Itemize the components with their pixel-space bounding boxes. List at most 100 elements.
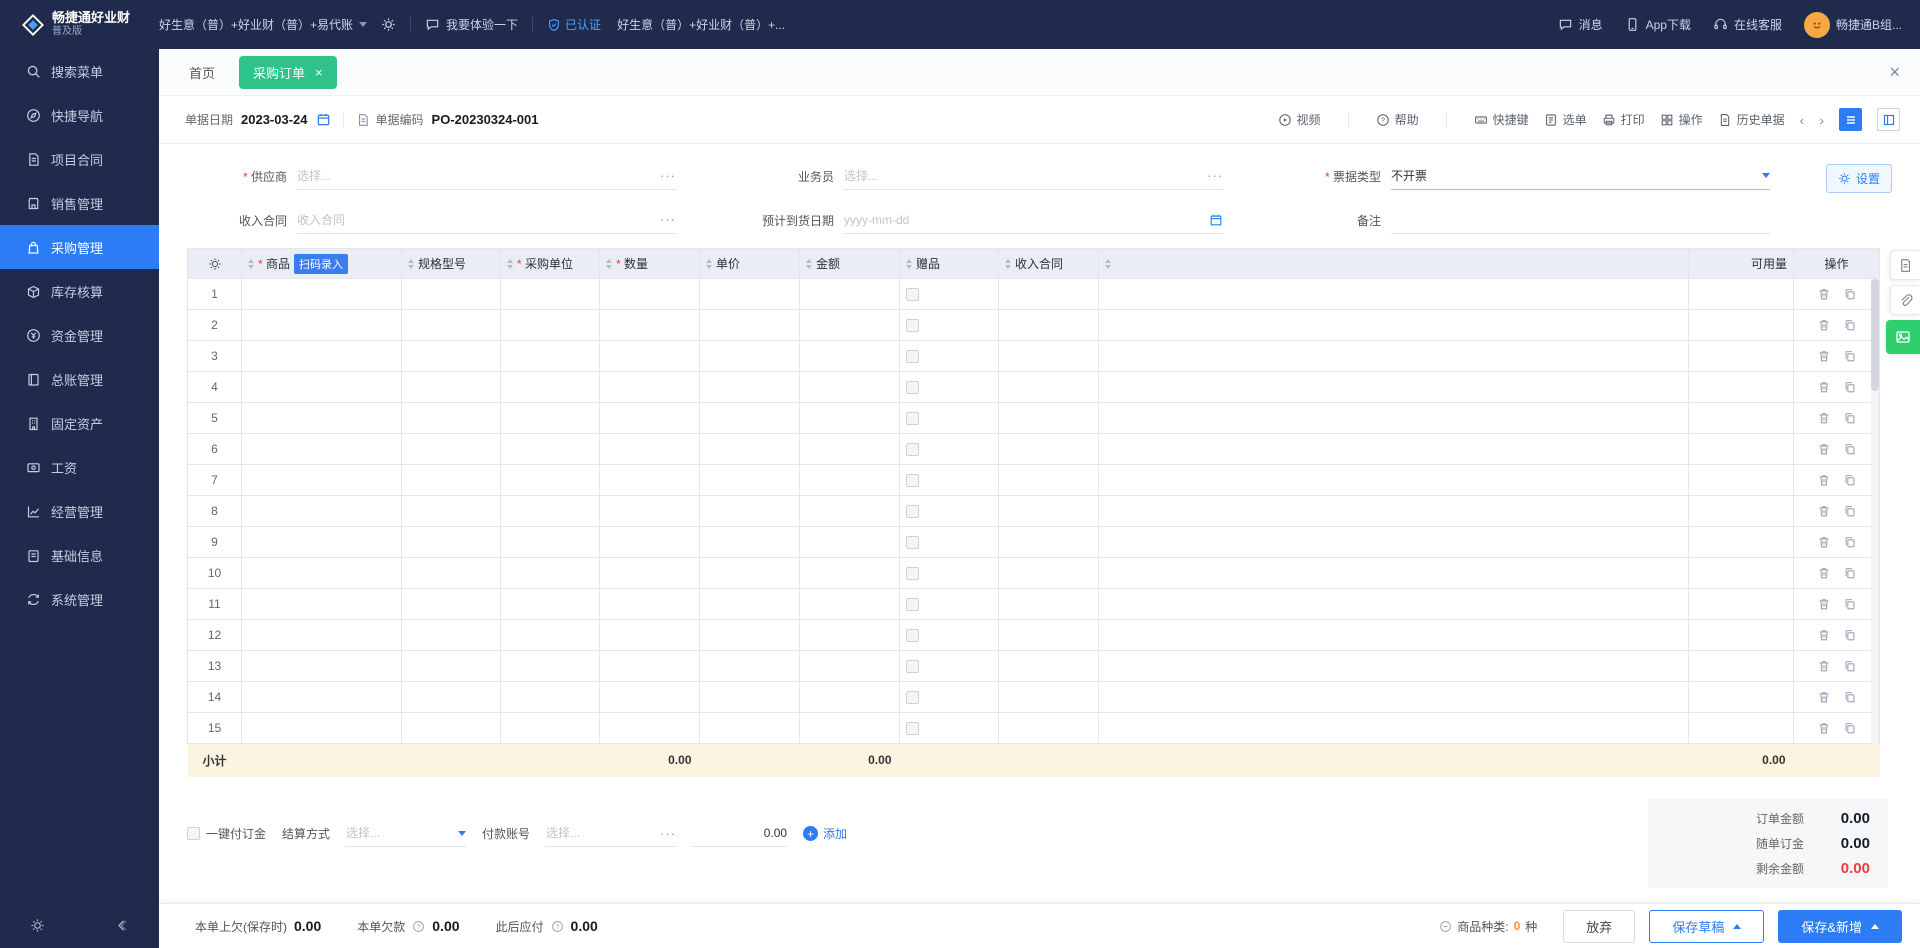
gift-checkbox[interactable] — [906, 288, 919, 302]
cell-qty[interactable] — [599, 712, 700, 744]
copy-row-icon[interactable] — [1843, 442, 1857, 456]
view-panel-toggle[interactable] — [1877, 108, 1900, 131]
cell-spec[interactable] — [401, 588, 501, 620]
gift-checkbox[interactable] — [906, 567, 919, 581]
delete-row-icon[interactable] — [1817, 659, 1831, 673]
cell-price[interactable] — [699, 402, 800, 434]
prev-doc-arrow[interactable]: ‹ — [1800, 112, 1805, 128]
grid-scrollbar[interactable] — [1871, 279, 1879, 744]
sidebar-item-system[interactable]: 系统管理 — [0, 577, 159, 621]
sidebar-item-purchase[interactable]: 采购管理 — [0, 225, 159, 269]
cell-unit[interactable] — [500, 681, 600, 713]
cell-spec[interactable] — [401, 340, 501, 372]
cell-income-contract[interactable] — [998, 278, 1099, 310]
cell-qty[interactable] — [599, 495, 700, 527]
sort-icon[interactable] — [706, 258, 712, 269]
gift-checkbox[interactable] — [906, 536, 919, 550]
cell-amount[interactable] — [799, 402, 900, 434]
cell-unit[interactable] — [500, 340, 600, 372]
gift-checkbox[interactable] — [906, 629, 919, 643]
gift-checkbox[interactable] — [906, 722, 919, 736]
cell-spec[interactable] — [401, 402, 501, 434]
sidebar-item-base-info[interactable]: 基础信息 — [0, 533, 159, 577]
delete-row-icon[interactable] — [1817, 380, 1831, 394]
cell-product[interactable] — [241, 464, 402, 496]
app-logo[interactable]: 畅捷通好业财 普及版 — [0, 10, 159, 37]
copy-row-icon[interactable] — [1843, 318, 1857, 332]
topbar-gear-icon[interactable] — [381, 17, 396, 32]
copy-row-icon[interactable] — [1843, 380, 1857, 394]
save-and-new-button[interactable]: 保存&新增 — [1778, 909, 1902, 943]
cell-spec[interactable] — [401, 557, 501, 589]
delete-row-icon[interactable] — [1817, 597, 1831, 611]
app-download-button[interactable]: App下载 — [1625, 16, 1691, 33]
cell-spec[interactable] — [401, 712, 501, 744]
settlement-input[interactable] — [346, 826, 453, 840]
cell-qty[interactable] — [599, 681, 700, 713]
cell-price[interactable] — [699, 650, 800, 682]
sort-icon[interactable] — [408, 258, 414, 269]
income-contract-picker-icon[interactable]: ··· — [660, 212, 676, 227]
cell-qty[interactable] — [599, 340, 700, 372]
cell-product[interactable] — [241, 309, 402, 341]
cell-spec[interactable] — [401, 309, 501, 341]
sidebar-item-quick-nav[interactable]: 快捷导航 — [0, 93, 159, 137]
copy-row-icon[interactable] — [1843, 628, 1857, 642]
copy-row-icon[interactable] — [1843, 690, 1857, 704]
cell-amount[interactable] — [799, 340, 900, 372]
sort-icon[interactable] — [248, 258, 254, 269]
cell-product[interactable] — [241, 619, 402, 651]
save-draft-button[interactable]: 保存草稿 — [1649, 909, 1765, 943]
income-contract-field[interactable]: ··· — [297, 206, 676, 234]
close-panel-icon[interactable]: × — [1889, 62, 1900, 83]
calendar-icon[interactable] — [1209, 213, 1223, 227]
cell-product[interactable] — [241, 402, 402, 434]
delete-row-icon[interactable] — [1817, 349, 1831, 363]
income-contract-input[interactable] — [297, 212, 654, 227]
cell-unit[interactable] — [500, 433, 600, 465]
image-tool-button[interactable] — [1886, 320, 1920, 354]
cell-product[interactable] — [241, 681, 402, 713]
discard-button[interactable]: 放弃 — [1563, 909, 1636, 943]
cell-amount[interactable] — [799, 371, 900, 403]
delete-row-icon[interactable] — [1817, 690, 1831, 704]
cell-qty[interactable] — [599, 278, 700, 310]
arrival-date-input[interactable] — [844, 212, 1203, 227]
gift-checkbox[interactable] — [906, 660, 919, 674]
gift-checkbox[interactable] — [906, 598, 919, 612]
delete-row-icon[interactable] — [1817, 721, 1831, 735]
delete-row-icon[interactable] — [1817, 628, 1831, 642]
cell-income-contract[interactable] — [998, 495, 1099, 527]
hotkeys-button[interactable]: 快捷键 — [1474, 111, 1529, 128]
column-spec[interactable]: 规格型号 — [401, 248, 501, 279]
copy-row-icon[interactable] — [1843, 287, 1857, 301]
cell-unit[interactable] — [500, 588, 600, 620]
deposit-amount-input[interactable] — [692, 826, 788, 840]
delete-row-icon[interactable] — [1817, 287, 1831, 301]
delete-row-icon[interactable] — [1817, 473, 1831, 487]
sidebar-settings-icon[interactable] — [30, 918, 45, 933]
copy-row-icon[interactable] — [1843, 504, 1857, 518]
salesman-field[interactable]: ··· — [844, 162, 1223, 190]
remark-input[interactable] — [1391, 212, 1770, 227]
messages-button[interactable]: 消息 — [1558, 16, 1603, 33]
cell-price[interactable] — [699, 526, 800, 558]
question-icon[interactable]: ? — [551, 920, 564, 933]
cell-amount[interactable] — [799, 309, 900, 341]
column-gift[interactable]: 赠品 — [899, 248, 999, 279]
copy-row-icon[interactable] — [1843, 411, 1857, 425]
history-button[interactable]: 历史单据 — [1718, 111, 1785, 128]
one-click-deposit-option[interactable]: 一键付订金 — [187, 825, 266, 842]
cell-spec[interactable] — [401, 619, 501, 651]
salesman-picker-icon[interactable]: ··· — [1207, 168, 1223, 183]
cell-unit[interactable] — [500, 526, 600, 558]
next-doc-arrow[interactable]: › — [1819, 112, 1824, 128]
cell-price[interactable] — [699, 588, 800, 620]
tab-home[interactable]: 首页 — [173, 63, 231, 82]
cell-amount[interactable] — [799, 619, 900, 651]
cell-price[interactable] — [699, 495, 800, 527]
doc-tool-button[interactable] — [1890, 250, 1920, 280]
attachment-tool-button[interactable] — [1890, 285, 1920, 315]
settings-button[interactable]: 设置 — [1825, 164, 1892, 193]
cell-price[interactable] — [699, 557, 800, 589]
